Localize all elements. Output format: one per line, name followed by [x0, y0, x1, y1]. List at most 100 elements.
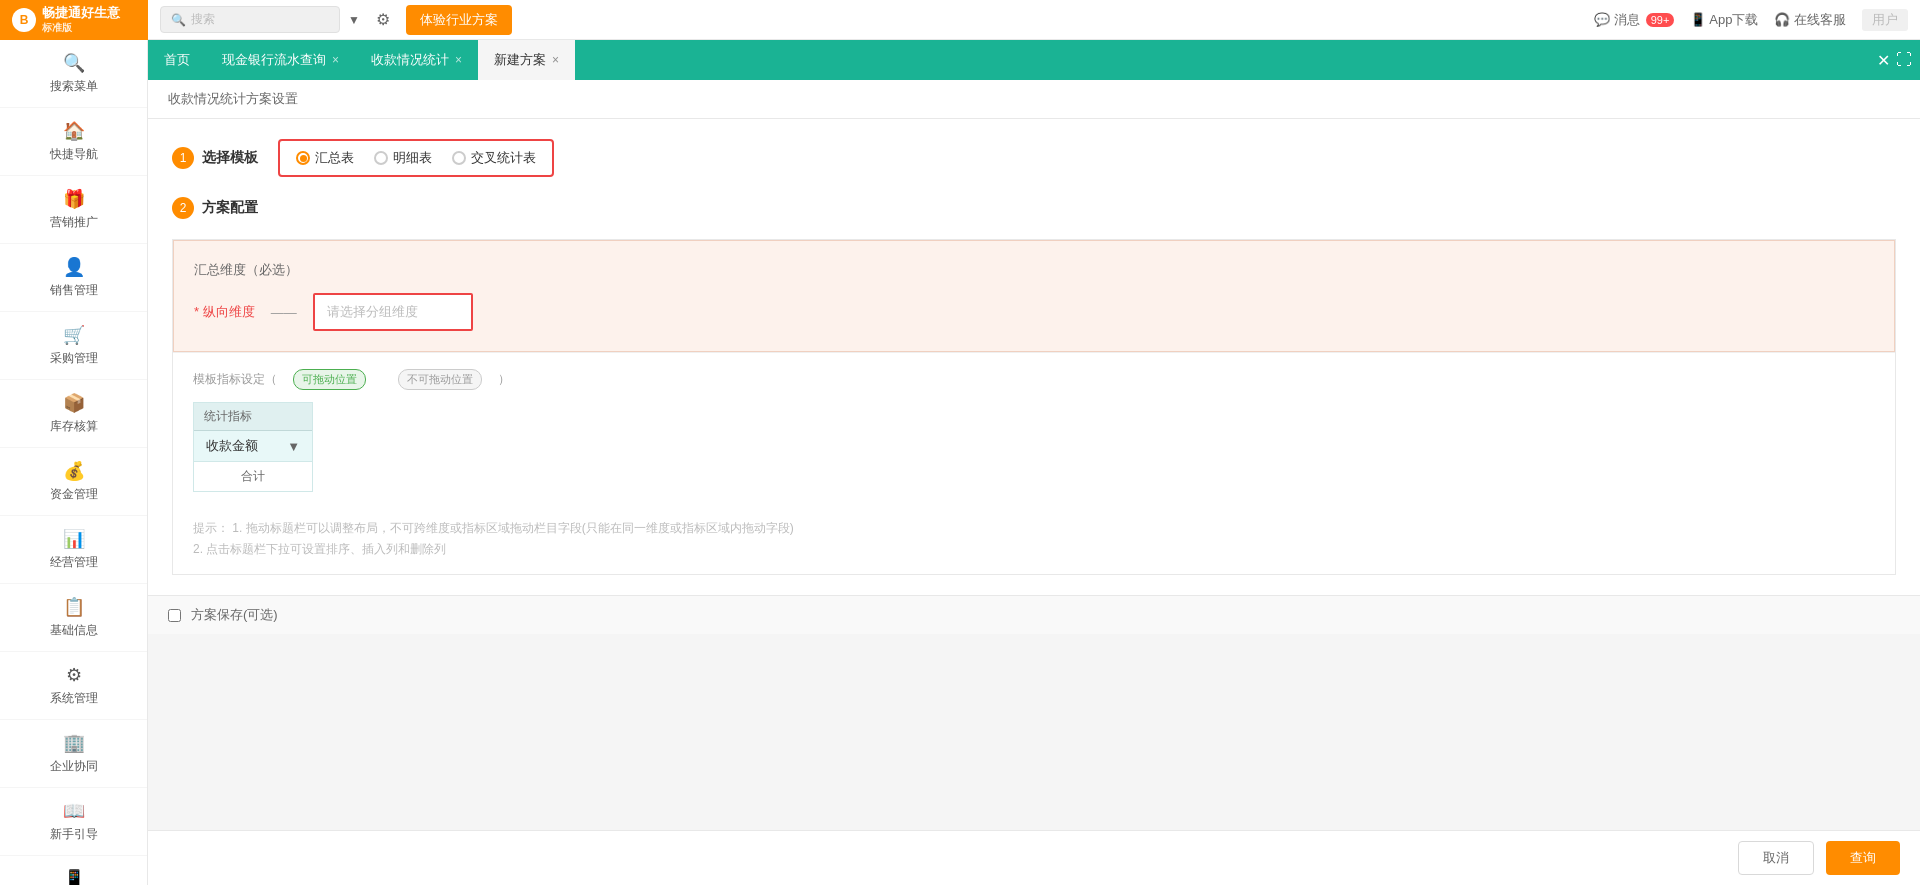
- sidebar-item-management[interactable]: 📊 经营管理: [0, 516, 147, 584]
- user-area[interactable]: 用户: [1862, 9, 1908, 31]
- search-placeholder: 搜索: [191, 11, 215, 28]
- sidebar-item-purchase[interactable]: 🛒 采购管理: [0, 312, 147, 380]
- breadcrumb: 收款情况统计方案设置: [168, 91, 298, 106]
- page-header: 收款情况统计方案设置: [148, 80, 1920, 119]
- indicators-hint: 模板指标设定（ 可拖动位置 不可拖动位置 ）: [193, 369, 1875, 390]
- page-footer: 方案保存(可选): [148, 595, 1920, 634]
- step2-section: 2 方案配置 汇总维度（必选） * 纵向维度 —— 请选择分组维度: [172, 197, 1896, 575]
- stat-column-header[interactable]: 收款金额 ▼: [194, 431, 312, 462]
- sidebar-item-quick-nav[interactable]: 🏠 快捷导航: [0, 108, 147, 176]
- sidebar-label-sales: 销售管理: [50, 282, 98, 299]
- header-dropdown[interactable]: ▼: [348, 13, 360, 27]
- radio-detail-label: 明细表: [393, 149, 432, 167]
- tab-bank-flow-close[interactable]: ×: [332, 53, 339, 67]
- step1-label: 选择模板: [202, 149, 258, 167]
- stat-table-stat-label: 统计指标: [194, 403, 312, 431]
- template-radio-group: 汇总表 明细表 交叉统计表: [278, 139, 554, 177]
- draggable-badge: 可拖动位置: [293, 369, 366, 390]
- tips-line2: 2. 点击标题栏下拉可设置排序、插入列和删除列: [193, 541, 1875, 558]
- purchase-icon: 🛒: [63, 324, 85, 346]
- basic-info-icon: 📋: [63, 596, 85, 618]
- stat-column-dropdown-icon[interactable]: ▼: [287, 439, 300, 454]
- header-search[interactable]: 🔍 搜索: [160, 6, 340, 33]
- tab-new-plan-close[interactable]: ×: [552, 53, 559, 67]
- sidebar-label-enterprise: 企业协同: [50, 758, 98, 775]
- dimension-title: 汇总维度（必选）: [194, 261, 1874, 279]
- sidebar-label-guide: 新手引导: [50, 826, 98, 843]
- tab-bar-actions: ✕ ⛶: [1877, 51, 1920, 70]
- tips-section: 提示： 1. 拖动标题栏可以调整布局，不可跨维度或指标区域拖动栏目字段(只能在同…: [173, 508, 1895, 574]
- tab-new-plan[interactable]: 新建方案 ×: [478, 40, 575, 80]
- tab-home[interactable]: 首页: [148, 40, 206, 80]
- radio-dot-cross: [452, 151, 466, 165]
- dimension-select-placeholder: 请选择分组维度: [327, 304, 418, 319]
- sales-icon: 👤: [63, 256, 85, 278]
- step1-row: 1 选择模板 汇总表 明细表 交叉统计表: [172, 139, 1896, 177]
- download-btn[interactable]: 📱 App下载: [1690, 11, 1758, 29]
- message-badge: 99+: [1646, 13, 1675, 27]
- indicators-close: ）: [498, 371, 510, 388]
- radio-detail[interactable]: 明细表: [374, 149, 432, 167]
- smart-hw-icon: 📱: [63, 868, 85, 885]
- enterprise-icon: 🏢: [63, 732, 85, 754]
- sidebar-item-sales[interactable]: 👤 销售管理: [0, 244, 147, 312]
- sidebar-label-quick-nav: 快捷导航: [50, 146, 98, 163]
- indicators-hint-text: 模板指标设定（: [193, 371, 277, 388]
- sidebar-item-inventory[interactable]: 📦 库存核算: [0, 380, 147, 448]
- save-checkbox[interactable]: [168, 609, 181, 622]
- step2-row: 2 方案配置: [172, 197, 1896, 219]
- indicators-section: 模板指标设定（ 可拖动位置 不可拖动位置 ） 统计指标 收款金额: [173, 352, 1895, 508]
- tab-expand-icon[interactable]: ⛶: [1896, 51, 1912, 69]
- sidebar-label-management: 经营管理: [50, 554, 98, 571]
- tab-bar: 首页 现金银行流水查询 × 收款情况统计 × 新建方案 × ✕ ⛶: [148, 40, 1920, 80]
- step1-circle: 1: [172, 147, 194, 169]
- dimension-arrow: ——: [271, 305, 297, 320]
- header-right: 💬 消息 99+ 📱 App下载 🎧 在线客服 用户: [1594, 9, 1908, 31]
- dimension-area: 汇总维度（必选） * 纵向维度 —— 请选择分组维度: [173, 240, 1895, 352]
- sidebar-item-search-menu[interactable]: 🔍 搜索菜单: [0, 40, 147, 108]
- logo: B 畅捷通好生意 标准版: [0, 0, 148, 40]
- guide-icon: 📖: [63, 800, 85, 822]
- cancel-button[interactable]: 取消: [1738, 841, 1814, 875]
- sidebar-label-finance: 资金管理: [50, 486, 98, 503]
- radio-cross[interactable]: 交叉统计表: [452, 149, 536, 167]
- stat-column-label: 收款金额: [206, 437, 258, 455]
- service-btn[interactable]: 🎧 在线客服: [1774, 11, 1846, 29]
- vertical-dim-label: * 纵向维度: [194, 303, 255, 321]
- radio-summary[interactable]: 汇总表: [296, 149, 354, 167]
- sidebar-item-finance[interactable]: 💰 资金管理: [0, 448, 147, 516]
- sidebar-item-enterprise[interactable]: 🏢 企业协同: [0, 720, 147, 788]
- stat-table: 统计指标 收款金额 ▼ 合计: [193, 402, 313, 492]
- sidebar-item-marketing[interactable]: 🎁 营销推广: [0, 176, 147, 244]
- sidebar-label-search-menu: 搜索菜单: [50, 78, 98, 95]
- step2-circle: 2: [172, 197, 194, 219]
- save-checkbox-label[interactable]: 方案保存(可选): [168, 606, 278, 624]
- sidebar-item-system[interactable]: ⚙ 系统管理: [0, 652, 147, 720]
- search-icon: 🔍: [171, 13, 186, 27]
- tab-collection-stat[interactable]: 收款情况统计 ×: [355, 40, 478, 80]
- search-menu-icon: 🔍: [63, 52, 85, 74]
- tab-collection-stat-close[interactable]: ×: [455, 53, 462, 67]
- finance-icon: 💰: [63, 460, 85, 482]
- dimension-select[interactable]: 请选择分组维度: [313, 293, 473, 331]
- sidebar-label-marketing: 营销推广: [50, 214, 98, 231]
- bottom-bar: 取消 查询: [148, 830, 1920, 885]
- logo-text: 畅捷通好生意: [42, 5, 120, 21]
- sidebar-label-basic-info: 基础信息: [50, 622, 98, 639]
- marketing-icon: 🎁: [63, 188, 85, 210]
- radio-dot-detail: [374, 151, 388, 165]
- gear-icon[interactable]: ⚙: [376, 10, 390, 29]
- sidebar-label-system: 系统管理: [50, 690, 98, 707]
- radio-dot-summary: [296, 151, 310, 165]
- sidebar-item-basic-info[interactable]: 📋 基础信息: [0, 584, 147, 652]
- message-btn[interactable]: 💬 消息 99+: [1594, 11, 1674, 29]
- trial-button[interactable]: 体验行业方案: [406, 5, 512, 35]
- page-content: 收款情况统计方案设置 1 选择模板 汇总表 明细表: [148, 80, 1920, 830]
- query-button[interactable]: 查询: [1826, 841, 1900, 875]
- sidebar-item-guide[interactable]: 📖 新手引导: [0, 788, 147, 856]
- radio-cross-label: 交叉统计表: [471, 149, 536, 167]
- dimension-row: * 纵向维度 —— 请选择分组维度: [194, 293, 1874, 331]
- tab-bank-flow[interactable]: 现金银行流水查询 ×: [206, 40, 355, 80]
- sidebar-item-smart-hw[interactable]: 📱 智能硬件: [0, 856, 147, 885]
- tab-close-icon[interactable]: ✕: [1877, 51, 1890, 70]
